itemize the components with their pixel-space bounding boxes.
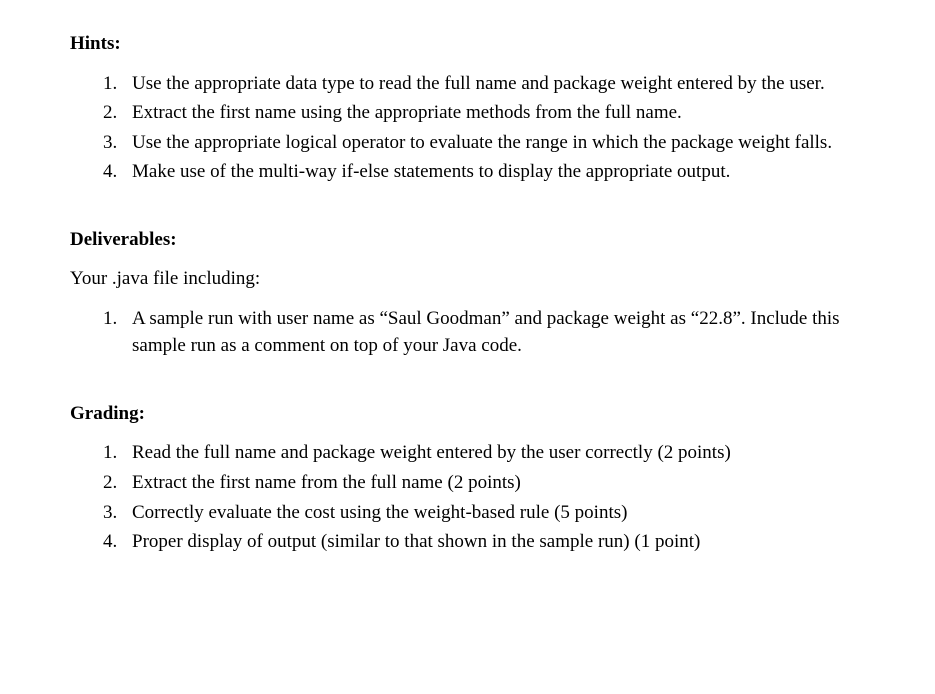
list-item: Make use of the multi-way if-else statem…	[122, 158, 865, 186]
grading-heading: Grading:	[70, 400, 865, 428]
list-item: A sample run with user name as “Saul Goo…	[122, 305, 865, 360]
deliverables-section: Deliverables: Your .java file including:…	[70, 226, 865, 360]
hints-list: Use the appropriate data type to read th…	[70, 70, 865, 186]
list-item: Extract the first name from the full nam…	[122, 469, 865, 497]
list-item: Read the full name and package weight en…	[122, 439, 865, 467]
list-item: Proper display of output (similar to tha…	[122, 528, 865, 556]
grading-section: Grading: Read the full name and package …	[70, 400, 865, 556]
deliverables-heading: Deliverables:	[70, 226, 865, 254]
list-item: Extract the first name using the appropr…	[122, 99, 865, 127]
grading-list: Read the full name and package weight en…	[70, 439, 865, 555]
deliverables-list: A sample run with user name as “Saul Goo…	[70, 305, 865, 360]
list-item: Use the appropriate data type to read th…	[122, 70, 865, 98]
hints-section: Hints: Use the appropriate data type to …	[70, 30, 865, 186]
list-item: Correctly evaluate the cost using the we…	[122, 499, 865, 527]
deliverables-intro: Your .java file including:	[70, 265, 865, 293]
hints-heading: Hints:	[70, 30, 865, 58]
list-item: Use the appropriate logical operator to …	[122, 129, 865, 157]
